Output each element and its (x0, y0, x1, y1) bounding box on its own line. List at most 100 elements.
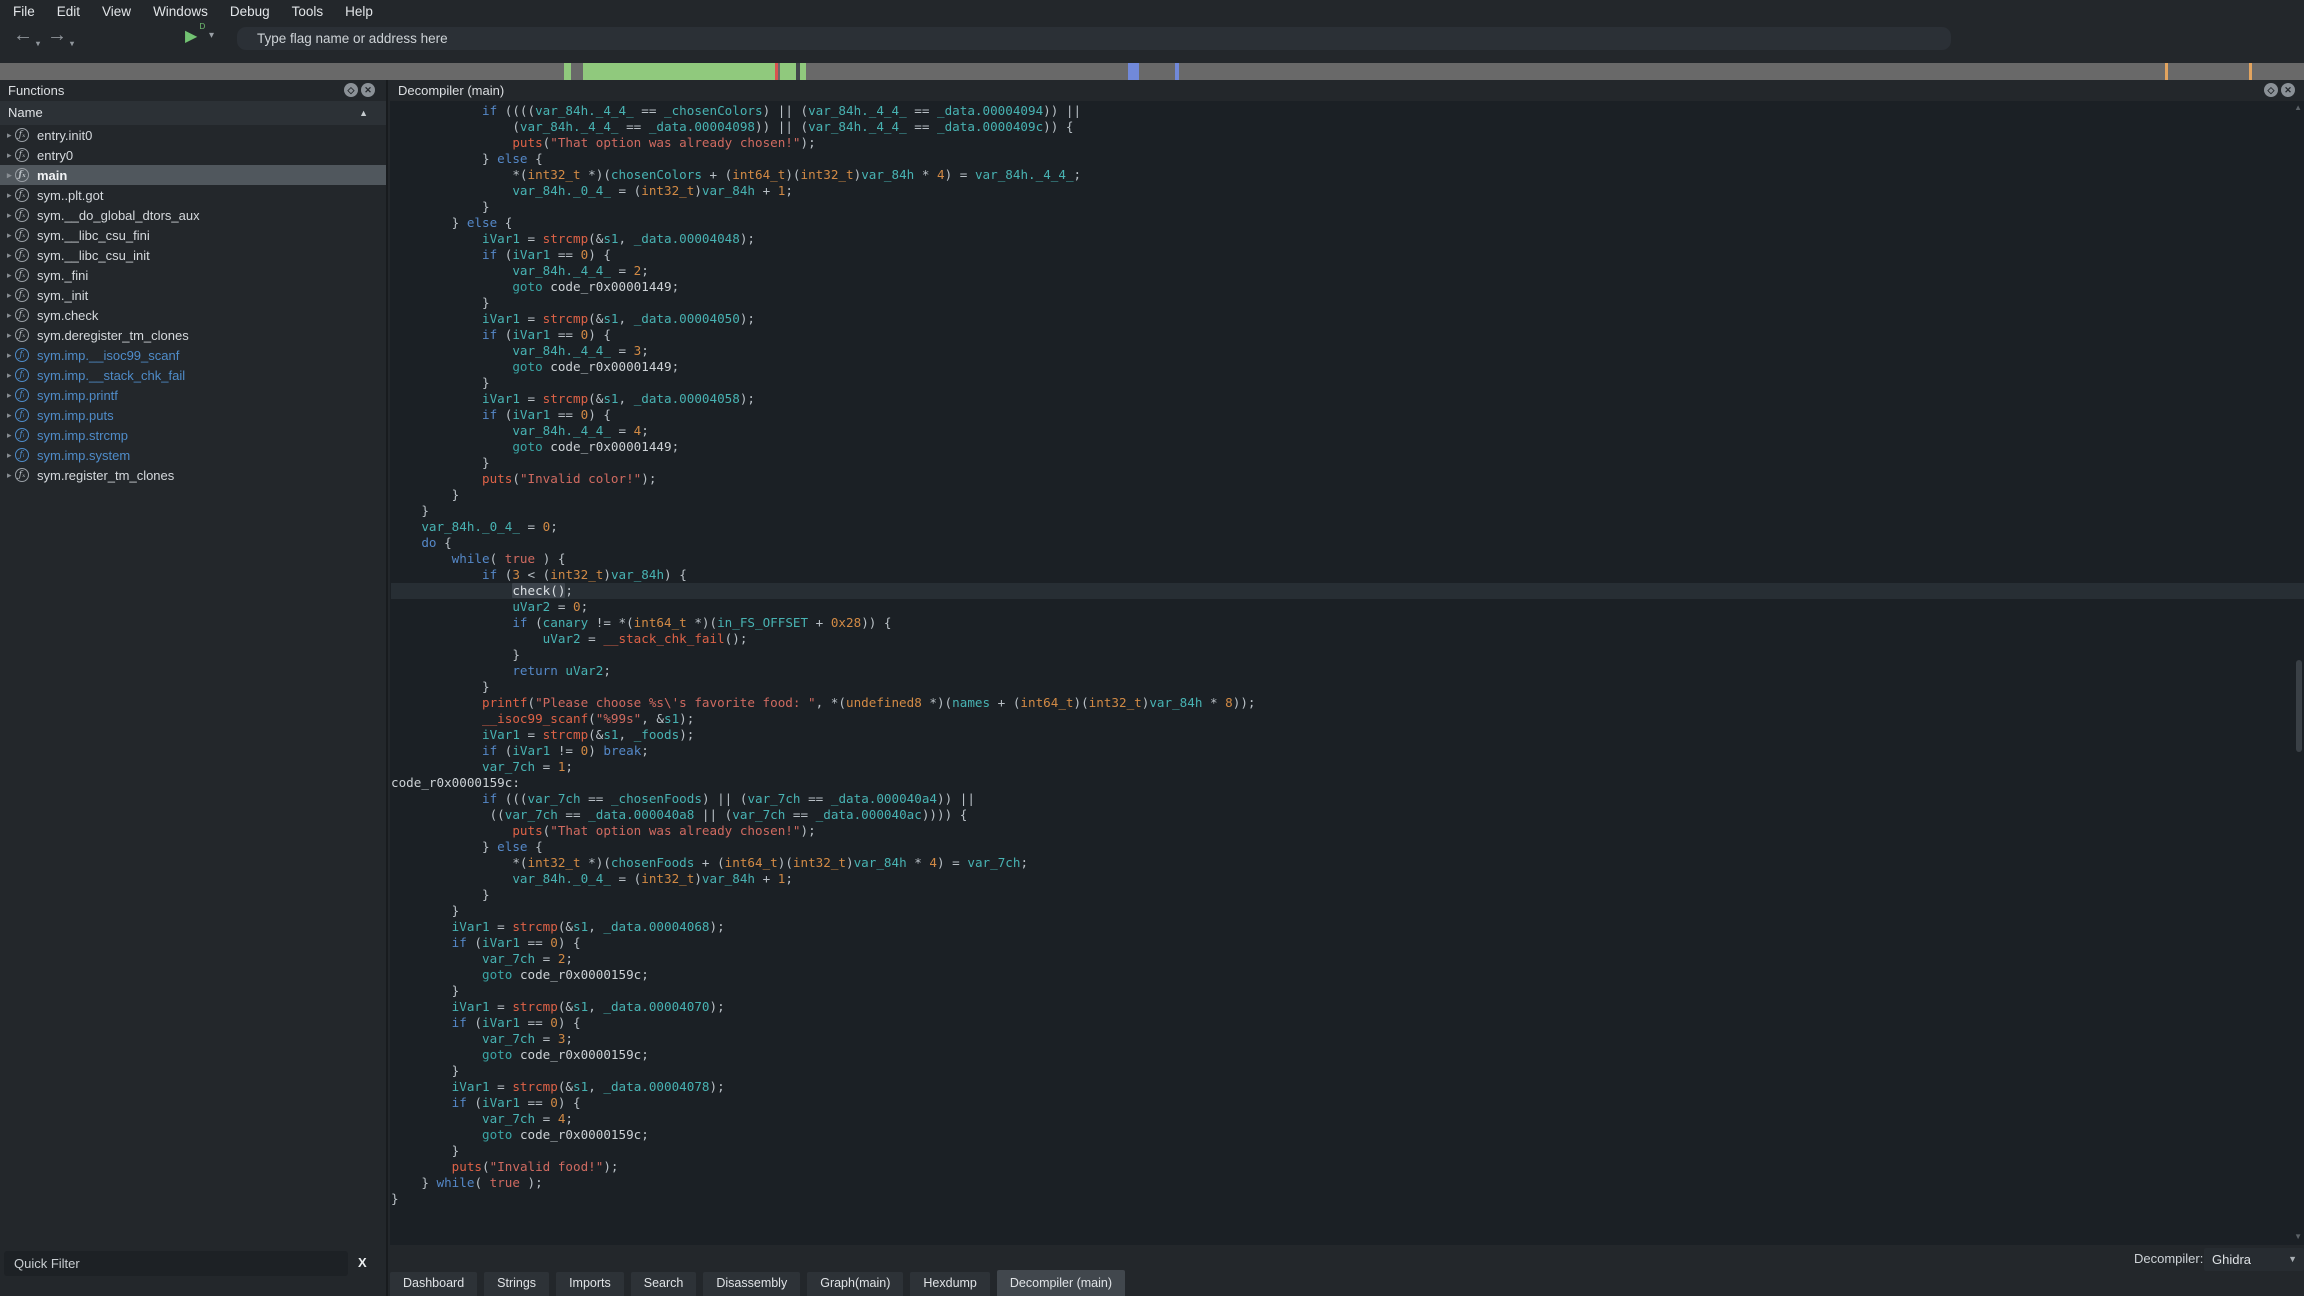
tab-search[interactable]: Search (630, 1272, 697, 1296)
tab-dashboard[interactable]: Dashboard (390, 1272, 478, 1296)
code-line[interactable]: if (iVar1 == 0) { (391, 1015, 2304, 1031)
expand-icon[interactable]: ▸ (0, 290, 15, 301)
code-line[interactable]: iVar1 = strcmp(&s1, _data.00004058); (391, 391, 2304, 407)
function-item-sym._fini[interactable]: ▸ ƒₓ sym._fini (0, 265, 386, 285)
code-line[interactable]: } (391, 503, 2304, 519)
expand-icon[interactable]: ▸ (0, 470, 15, 481)
scrollbar-handle[interactable] (2296, 660, 2302, 752)
tab-graph-main[interactable]: Graph(main) (807, 1272, 904, 1296)
nav-segment-orange[interactable] (2165, 63, 2168, 80)
code-line[interactable]: return uVar2; (391, 663, 2304, 679)
decompiler-code[interactable]: if ((((var_84h._4_4_ == _chosenColors) |… (390, 101, 2304, 1245)
nav-segment-blue[interactable] (1128, 63, 1139, 80)
code-line[interactable]: goto code_r0x0000159c; (391, 1047, 2304, 1063)
code-line[interactable]: } (391, 1191, 2304, 1207)
expand-icon[interactable]: ▸ (0, 130, 15, 141)
menu-edit[interactable]: Edit (46, 4, 91, 19)
function-item-sym.__do_global_dtors_aux[interactable]: ▸ ƒₓ sym.__do_global_dtors_aux (0, 205, 386, 225)
function-item-sym.deregister_tm_clones[interactable]: ▸ ƒₓ sym.deregister_tm_clones (0, 325, 386, 345)
function-item-entry0[interactable]: ▸ ƒₓ entry0 (0, 145, 386, 165)
code-line[interactable]: var_84h._4_4_ = 3; (391, 343, 2304, 359)
code-line[interactable]: goto code_r0x0000159c; (391, 967, 2304, 983)
nav-segment-green[interactable] (564, 63, 571, 80)
code-line[interactable]: (var_84h._4_4_ == _data.00004098)) || (v… (391, 119, 2304, 135)
code-line[interactable]: ((var_7ch == _data.000040a8 || (var_7ch … (391, 807, 2304, 823)
expand-icon[interactable]: ▸ (0, 370, 15, 381)
menu-debug[interactable]: Debug (219, 4, 281, 19)
scroll-down-icon[interactable]: ▼ (2294, 1232, 2302, 1241)
nav-segment-green[interactable] (800, 63, 806, 80)
expand-icon[interactable]: ▸ (0, 210, 15, 221)
code-line[interactable]: code_r0x0000159c: (391, 775, 2304, 791)
code-line[interactable]: iVar1 = strcmp(&s1, _foods); (391, 727, 2304, 743)
code-line[interactable]: if (iVar1 == 0) { (391, 935, 2304, 951)
close-panel-icon[interactable]: ✕ (361, 83, 375, 97)
code-line[interactable]: } else { (391, 151, 2304, 167)
code-line[interactable]: iVar1 = strcmp(&s1, _data.00004068); (391, 919, 2304, 935)
code-line[interactable]: goto code_r0x00001449; (391, 279, 2304, 295)
nav-segment-green[interactable] (780, 63, 796, 80)
code-line[interactable]: goto code_r0x0000159c; (391, 1127, 2304, 1143)
function-item-entry.init0[interactable]: ▸ ƒₓ entry.init0 (0, 125, 386, 145)
code-line[interactable]: if (iVar1 == 0) { (391, 1095, 2304, 1111)
code-line[interactable]: } else { (391, 839, 2304, 855)
function-item-sym.__libc_csu_fini[interactable]: ▸ ƒₓ sym.__libc_csu_fini (0, 225, 386, 245)
code-line[interactable]: uVar2 = __stack_chk_fail(); (391, 631, 2304, 647)
code-line[interactable]: do { (391, 535, 2304, 551)
code-line[interactable]: } (391, 1063, 2304, 1079)
code-line[interactable]: puts("Invalid color!"); (391, 471, 2304, 487)
tab-decompiler-main[interactable]: Decompiler (main) (996, 1270, 1125, 1296)
expand-icon[interactable]: ▸ (0, 310, 15, 321)
code-line[interactable]: var_84h._4_4_ = 4; (391, 423, 2304, 439)
code-line[interactable]: if (((var_7ch == _chosenFoods) || (var_7… (391, 791, 2304, 807)
code-line[interactable]: goto code_r0x00001449; (391, 359, 2304, 375)
code-line[interactable]: check(); (391, 583, 2304, 599)
function-item-sym.imp.__isoc99_scanf[interactable]: ▸ ƒᵢ sym.imp.__isoc99_scanf (0, 345, 386, 365)
code-line[interactable]: printf("Please choose %s\'s favorite foo… (391, 695, 2304, 711)
code-line[interactable]: } (391, 295, 2304, 311)
address-space-bar[interactable] (0, 63, 2304, 80)
code-line[interactable]: } (391, 199, 2304, 215)
function-item-sym.imp.printf[interactable]: ▸ ƒᵢ sym.imp.printf (0, 385, 386, 405)
code-line[interactable]: var_7ch = 3; (391, 1031, 2304, 1047)
code-line[interactable]: if (canary != *(int64_t *)(in_FS_OFFSET … (391, 615, 2304, 631)
code-line[interactable]: var_7ch = 2; (391, 951, 2304, 967)
expand-icon[interactable]: ▸ (0, 410, 15, 421)
back-dropdown-icon[interactable]: ▾ (36, 39, 40, 48)
expand-icon[interactable]: ▸ (0, 450, 15, 461)
code-line[interactable]: } (391, 455, 2304, 471)
code-line[interactable]: } (391, 375, 2304, 391)
popout-icon[interactable]: ◇ (344, 83, 358, 97)
function-item-sym.__libc_csu_init[interactable]: ▸ ƒₓ sym.__libc_csu_init (0, 245, 386, 265)
function-item-sym.imp.__stack_chk_fail[interactable]: ▸ ƒᵢ sym.imp.__stack_chk_fail (0, 365, 386, 385)
code-line[interactable]: } (391, 903, 2304, 919)
code-line[interactable]: } (391, 647, 2304, 663)
function-item-sym.check[interactable]: ▸ ƒₓ sym.check (0, 305, 386, 325)
code-line[interactable]: if ((((var_84h._4_4_ == _chosenColors) |… (391, 103, 2304, 119)
code-line[interactable]: if (iVar1 == 0) { (391, 407, 2304, 423)
function-item-sym..plt.got[interactable]: ▸ ƒₓ sym..plt.got (0, 185, 386, 205)
code-line[interactable]: if (iVar1 != 0) break; (391, 743, 2304, 759)
code-line[interactable]: iVar1 = strcmp(&s1, _data.00004078); (391, 1079, 2304, 1095)
expand-icon[interactable]: ▸ (0, 250, 15, 261)
tab-hexdump[interactable]: Hexdump (910, 1272, 990, 1296)
code-line[interactable]: var_84h._0_4_ = 0; (391, 519, 2304, 535)
scroll-up-icon[interactable]: ▲ (2294, 103, 2302, 112)
code-line[interactable]: *(int32_t *)(chosenColors + (int64_t)(in… (391, 167, 2304, 183)
code-line[interactable]: } (391, 679, 2304, 695)
expand-icon[interactable]: ▸ (0, 230, 15, 241)
nav-segment-orange[interactable] (2249, 63, 2252, 80)
code-line[interactable]: var_84h._0_4_ = (int32_t)var_84h + 1; (391, 871, 2304, 887)
menu-file[interactable]: File (2, 4, 46, 19)
code-line[interactable]: puts("That option was already chosen!"); (391, 135, 2304, 151)
code-line[interactable]: } (391, 1143, 2304, 1159)
code-line[interactable]: } (391, 983, 2304, 999)
tab-strings[interactable]: Strings (484, 1272, 550, 1296)
code-line[interactable]: var_84h._4_4_ = 2; (391, 263, 2304, 279)
menu-tools[interactable]: Tools (281, 4, 335, 19)
expand-icon[interactable]: ▸ (0, 390, 15, 401)
function-item-sym.imp.system[interactable]: ▸ ƒᵢ sym.imp.system (0, 445, 386, 465)
code-line[interactable]: if (iVar1 == 0) { (391, 247, 2304, 263)
code-line[interactable]: } (391, 487, 2304, 503)
function-item-sym.imp.puts[interactable]: ▸ ƒᵢ sym.imp.puts (0, 405, 386, 425)
